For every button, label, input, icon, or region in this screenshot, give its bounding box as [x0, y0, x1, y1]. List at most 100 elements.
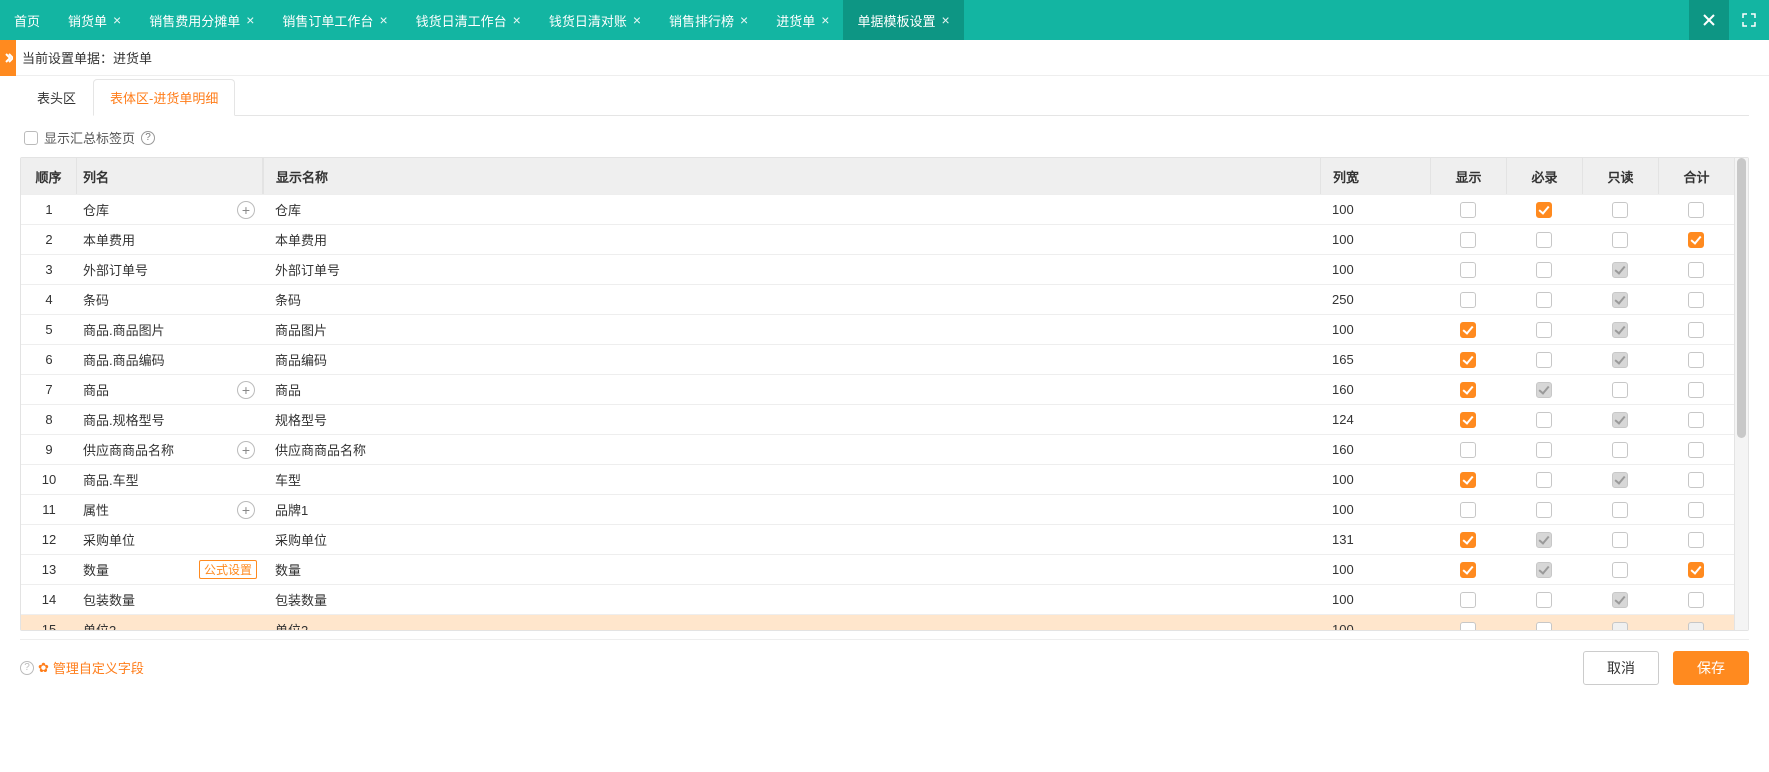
cell-width[interactable]: 160	[1320, 382, 1430, 397]
table-row[interactable]: 11属性+品牌1100	[21, 494, 1734, 524]
cell-width[interactable]: 100	[1320, 322, 1430, 337]
checkbox[interactable]	[1688, 562, 1704, 578]
tab-header-area[interactable]: 表头区	[20, 79, 93, 116]
close-all-tabs-button[interactable]	[1689, 0, 1729, 40]
checkbox[interactable]	[1460, 442, 1476, 458]
tab-首页[interactable]: 首页	[0, 0, 54, 40]
checkbox[interactable]	[1612, 202, 1628, 218]
tab-销售费用分摊单[interactable]: 销售费用分摊单×	[135, 0, 268, 40]
checkbox[interactable]	[1536, 592, 1552, 608]
cell-display[interactable]: 本单费用	[263, 230, 1320, 249]
cell-display[interactable]: 商品	[263, 380, 1320, 399]
tab-进货单[interactable]: 进货单×	[762, 0, 843, 40]
table-row[interactable]: 12采购单位采购单位131	[21, 524, 1734, 554]
manage-custom-fields-link[interactable]: 管理自定义字段	[53, 658, 144, 677]
checkbox[interactable]	[1460, 292, 1476, 308]
cell-width[interactable]: 100	[1320, 592, 1430, 607]
checkbox[interactable]	[1460, 202, 1476, 218]
checkbox[interactable]	[1460, 382, 1476, 398]
cell-width[interactable]: 100	[1320, 562, 1430, 577]
checkbox[interactable]	[1536, 442, 1552, 458]
cell-display[interactable]: 数量	[263, 560, 1320, 579]
cell-width[interactable]: 100	[1320, 202, 1430, 217]
table-row[interactable]: 15单位2单位2100	[21, 614, 1734, 630]
checkbox[interactable]	[1688, 322, 1704, 338]
checkbox[interactable]	[1460, 262, 1476, 278]
close-icon[interactable]: ×	[633, 12, 641, 28]
checkbox[interactable]	[1688, 382, 1704, 398]
tab-body-area[interactable]: 表体区-进货单明细	[93, 79, 235, 116]
checkbox[interactable]	[1460, 622, 1476, 631]
close-icon[interactable]: ×	[379, 12, 387, 28]
tab-销货单[interactable]: 销货单×	[54, 0, 135, 40]
tab-钱货日清工作台[interactable]: 钱货日清工作台×	[402, 0, 535, 40]
cell-width[interactable]: 100	[1320, 502, 1430, 517]
checkbox[interactable]	[1688, 592, 1704, 608]
cell-display[interactable]: 品牌1	[263, 500, 1320, 519]
table-row[interactable]: 8商品.规格型号规格型号124	[21, 404, 1734, 434]
table-row[interactable]: 10商品.车型车型100	[21, 464, 1734, 494]
formula-button[interactable]: 公式设置	[199, 560, 257, 579]
cell-display[interactable]: 包装数量	[263, 590, 1320, 609]
table-row[interactable]: 5商品.商品图片商品图片100	[21, 314, 1734, 344]
checkbox[interactable]	[1460, 412, 1476, 428]
cell-display[interactable]: 商品编码	[263, 350, 1320, 369]
checkbox[interactable]	[1536, 262, 1552, 278]
close-icon[interactable]: ×	[740, 12, 748, 28]
close-icon[interactable]: ×	[941, 12, 949, 28]
table-row[interactable]: 1仓库+仓库100	[21, 194, 1734, 224]
tab-钱货日清对账[interactable]: 钱货日清对账×	[535, 0, 655, 40]
checkbox[interactable]	[1688, 472, 1704, 488]
checkbox[interactable]	[1536, 622, 1552, 631]
add-icon[interactable]: +	[237, 201, 255, 219]
cell-display[interactable]: 单位2	[263, 620, 1320, 630]
checkbox[interactable]	[1460, 592, 1476, 608]
checkbox[interactable]	[1612, 232, 1628, 248]
table-row[interactable]: 4条码条码250	[21, 284, 1734, 314]
expand-toggle[interactable]	[0, 40, 16, 76]
cell-display[interactable]: 车型	[263, 470, 1320, 489]
cell-width[interactable]: 250	[1320, 292, 1430, 307]
fullscreen-button[interactable]	[1729, 0, 1769, 40]
checkbox[interactable]	[1536, 472, 1552, 488]
checkbox[interactable]	[1536, 322, 1552, 338]
checkbox[interactable]	[1612, 382, 1628, 398]
table-row[interactable]: 7商品+商品160	[21, 374, 1734, 404]
checkbox[interactable]	[1460, 232, 1476, 248]
checkbox[interactable]	[1536, 202, 1552, 218]
add-icon[interactable]: +	[237, 441, 255, 459]
checkbox[interactable]	[1688, 202, 1704, 218]
tab-销售订单工作台[interactable]: 销售订单工作台×	[268, 0, 401, 40]
cell-width[interactable]: 131	[1320, 532, 1430, 547]
cell-display[interactable]: 采购单位	[263, 530, 1320, 549]
checkbox[interactable]	[1612, 532, 1628, 548]
close-icon[interactable]: ×	[513, 12, 521, 28]
cancel-button[interactable]: 取消	[1583, 651, 1659, 685]
scroll-thumb[interactable]	[1737, 158, 1746, 438]
checkbox[interactable]	[1536, 352, 1552, 368]
checkbox[interactable]	[1688, 232, 1704, 248]
checkbox[interactable]	[1688, 412, 1704, 428]
table-row[interactable]: 13数量公式设置数量100	[21, 554, 1734, 584]
cell-width[interactable]: 165	[1320, 352, 1430, 367]
cell-display[interactable]: 仓库	[263, 200, 1320, 219]
help-icon[interactable]: ?	[141, 131, 155, 145]
cell-display[interactable]: 供应商商品名称	[263, 440, 1320, 459]
cell-width[interactable]: 100	[1320, 262, 1430, 277]
table-row[interactable]: 6商品.商品编码商品编码165	[21, 344, 1734, 374]
save-button[interactable]: 保存	[1673, 651, 1749, 685]
checkbox[interactable]	[1688, 292, 1704, 308]
cell-display[interactable]: 外部订单号	[263, 260, 1320, 279]
checkbox[interactable]	[1612, 502, 1628, 518]
checkbox[interactable]	[1460, 502, 1476, 518]
checkbox[interactable]	[1612, 562, 1628, 578]
checkbox[interactable]	[1460, 352, 1476, 368]
checkbox[interactable]	[1536, 292, 1552, 308]
table-row[interactable]: 2本单费用本单费用100	[21, 224, 1734, 254]
tab-单据模板设置[interactable]: 单据模板设置×	[843, 0, 963, 40]
add-icon[interactable]: +	[237, 501, 255, 519]
cell-width[interactable]: 124	[1320, 412, 1430, 427]
table-row[interactable]: 9供应商商品名称+供应商商品名称160	[21, 434, 1734, 464]
cell-width[interactable]: 100	[1320, 472, 1430, 487]
checkbox[interactable]	[1688, 442, 1704, 458]
